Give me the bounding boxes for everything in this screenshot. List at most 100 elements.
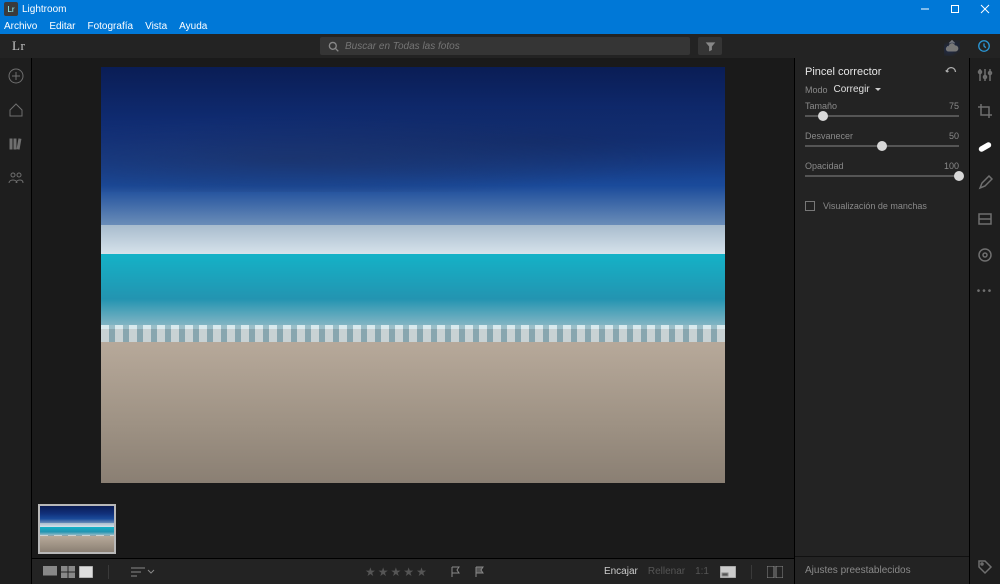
menu-fotografia[interactable]: Fotografía <box>87 21 133 32</box>
more-tools-button[interactable]: ••• <box>977 286 994 297</box>
compare-icon <box>767 566 783 578</box>
menu-vista[interactable]: Vista <box>145 21 167 32</box>
window-close-button[interactable] <box>970 0 1000 18</box>
app-icon: Lr <box>4 2 18 16</box>
linear-gradient-tool-button[interactable] <box>976 210 994 228</box>
single-view-icon <box>79 566 93 578</box>
star-1[interactable]: ★ <box>365 565 376 579</box>
slider-desvanecer: Desvanecer50 <box>795 127 969 157</box>
edit-tool-button[interactable] <box>976 66 994 84</box>
brush-tool-button[interactable] <box>976 174 994 192</box>
slider-thumb[interactable] <box>877 141 887 151</box>
search-input[interactable] <box>345 41 682 52</box>
filter-button[interactable] <box>698 37 722 55</box>
add-photos-button[interactable] <box>8 68 24 84</box>
center-column: ★ ★ ★ ★ ★ Encajar Rellenar 1:1 <box>32 58 794 584</box>
panel-title: Pincel corrector <box>805 66 881 78</box>
photo-canvas[interactable] <box>32 58 794 500</box>
view-grid-small-button[interactable] <box>42 565 58 579</box>
flag-reject-icon <box>474 566 486 578</box>
slider-thumb[interactable] <box>818 111 828 121</box>
slider-thumb[interactable] <box>954 171 964 181</box>
window-titlebar: Lr Lightroom <box>0 0 1000 18</box>
mode-dropdown[interactable]: Corregir <box>834 84 882 95</box>
grid-large-icon <box>61 566 75 578</box>
slider-track[interactable] <box>805 115 959 117</box>
star-3[interactable]: ★ <box>391 565 402 579</box>
zoom-fit-button[interactable]: Encajar <box>604 566 638 577</box>
brush-icon <box>977 175 993 191</box>
linear-gradient-icon <box>977 211 993 227</box>
slider-tamano: Tamaño 75 <box>795 97 969 127</box>
filmstrip <box>32 500 794 558</box>
home-button[interactable] <box>8 102 24 118</box>
window-maximize-button[interactable] <box>940 0 970 18</box>
flag-pick-button[interactable] <box>447 565 465 579</box>
people-icon <box>8 170 24 186</box>
info-overlay-button[interactable] <box>719 565 737 579</box>
app-logo: Lr <box>8 38 25 54</box>
star-4[interactable]: ★ <box>403 565 414 579</box>
divider <box>108 565 109 579</box>
window-title: Lightroom <box>22 4 66 15</box>
slider-label: Tamaño <box>805 101 837 111</box>
sync-status-button[interactable] <box>976 38 992 54</box>
tag-icon <box>977 559 993 575</box>
window-minimize-button[interactable] <box>910 0 940 18</box>
mode-value: Corregir <box>834 84 870 95</box>
zoom-11-button[interactable]: 1:1 <box>695 566 709 577</box>
radial-gradient-tool-button[interactable] <box>976 246 994 264</box>
flag-reject-button[interactable] <box>471 565 489 579</box>
search-icon <box>328 41 339 52</box>
search-field[interactable] <box>320 37 690 55</box>
slider-track[interactable] <box>805 175 959 177</box>
radial-gradient-icon <box>977 247 993 263</box>
healing-brush-tool-button[interactable] <box>976 138 994 156</box>
chevron-down-icon <box>874 86 882 94</box>
tool-rail: ••• <box>970 58 1000 584</box>
library-button[interactable] <box>8 136 24 152</box>
reset-icon[interactable] <box>945 67 959 77</box>
plus-circle-icon <box>8 68 24 84</box>
filmstrip-thumbnail[interactable] <box>38 504 116 554</box>
home-icon <box>8 102 24 118</box>
slider-label: Desvanecer <box>805 131 853 141</box>
grid-small-icon <box>43 566 57 578</box>
sync-icon <box>977 39 991 53</box>
menu-bar: Archivo Editar Fotografía Vista Ayuda <box>0 18 1000 34</box>
slider-track[interactable] <box>805 145 959 147</box>
library-icon <box>8 136 24 152</box>
bottom-toolbar: ★ ★ ★ ★ ★ Encajar Rellenar 1:1 <box>32 558 794 584</box>
left-rail <box>0 58 32 584</box>
chevron-down-icon <box>147 568 155 576</box>
slider-opacidad: Opacidad100 <box>795 157 969 187</box>
view-single-button[interactable] <box>78 565 94 579</box>
bandage-icon <box>977 139 993 155</box>
sliders-icon <box>977 67 993 83</box>
photo-preview <box>101 67 725 483</box>
funnel-icon <box>705 41 716 52</box>
compare-button[interactable] <box>766 565 784 579</box>
people-button[interactable] <box>8 170 24 186</box>
menu-ayuda[interactable]: Ayuda <box>179 21 207 32</box>
sort-button[interactable] <box>131 567 155 577</box>
menu-archivo[interactable]: Archivo <box>4 21 37 32</box>
zoom-fill-button[interactable]: Rellenar <box>648 566 685 577</box>
info-overlay-icon <box>720 566 736 578</box>
app-topbar: Lr <box>0 34 1000 58</box>
spot-visualization-checkbox[interactable] <box>805 201 815 211</box>
star-5[interactable]: ★ <box>416 565 427 579</box>
presets-button[interactable]: Ajustes preestablecidos <box>795 556 969 584</box>
crop-icon <box>977 103 993 119</box>
crop-tool-button[interactable] <box>976 102 994 120</box>
star-2[interactable]: ★ <box>378 565 389 579</box>
slider-value: 75 <box>949 101 959 111</box>
view-grid-large-button[interactable] <box>60 565 76 579</box>
cloud-icon <box>945 41 959 55</box>
cloud-button[interactable] <box>944 40 960 56</box>
menu-editar[interactable]: Editar <box>49 21 75 32</box>
mode-label: Modo <box>805 85 828 95</box>
tag-button[interactable] <box>976 558 994 576</box>
sort-icon <box>131 567 145 577</box>
flag-icon <box>450 566 462 578</box>
